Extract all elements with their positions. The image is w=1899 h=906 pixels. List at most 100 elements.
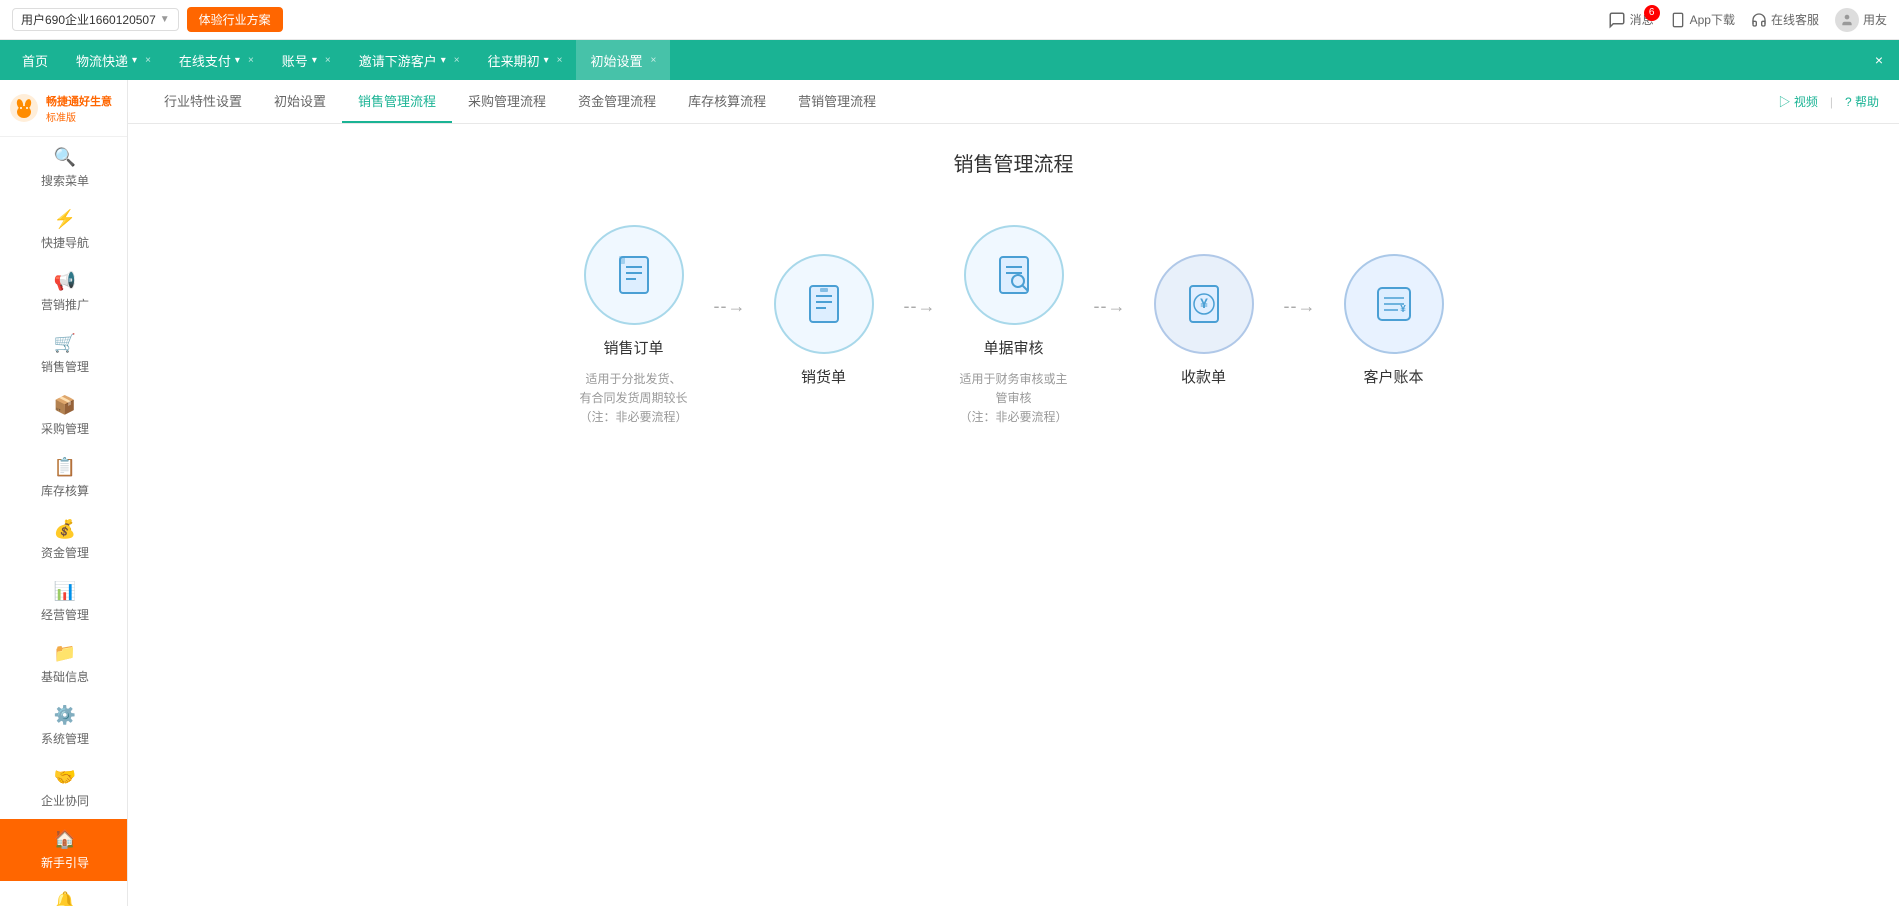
- nav-tab-invite-close[interactable]: ×: [454, 55, 460, 66]
- nav-tab-logistics[interactable]: 物流快递 ▾ ×: [62, 40, 165, 80]
- trial-button[interactable]: 体验行业方案: [187, 7, 283, 32]
- sub-tab-inventory-flow[interactable]: 库存核算流程: [672, 80, 782, 123]
- nav-tab-account[interactable]: 账号 ▾ ×: [268, 40, 345, 80]
- sidebar-item-guide-label: 新手引导: [41, 854, 89, 871]
- message-badge: 6: [1644, 5, 1660, 21]
- receipt-icon: ¥: [1180, 280, 1228, 328]
- sidebar-item-collab[interactable]: 🤝 企业协同: [0, 757, 127, 819]
- page-content: 销售管理流程 销售订单 适用于分批发货、有合同: [128, 124, 1899, 906]
- sidebar-item-quicknav-label: 快捷导航: [41, 234, 89, 251]
- sidebar-item-sales-label: 销售管理: [41, 358, 89, 375]
- nav-tabs-close-all[interactable]: ×: [1867, 40, 1891, 80]
- sidebar-item-quicknav[interactable]: ⚡ 快捷导航: [0, 199, 127, 261]
- sub-tabs-right: ▷ 视频 | ? 帮助: [1778, 93, 1879, 110]
- online-service-item[interactable]: 在线客服: [1751, 11, 1819, 28]
- brand-logo-icon: [8, 92, 40, 124]
- nav-tab-account-close[interactable]: ×: [325, 55, 331, 66]
- sidebar-item-operations-label: 经营管理: [41, 606, 89, 623]
- sub-tab-init[interactable]: 初始设置: [258, 80, 342, 123]
- nav-tab-home[interactable]: 首页: [8, 40, 62, 80]
- nav-tab-invite[interactable]: 邀请下游客户 ▾ ×: [345, 40, 474, 80]
- sub-tab-purchase-flow[interactable]: 采购管理流程: [452, 80, 562, 123]
- user-selector-text: 用户690企业1660120507: [21, 11, 156, 28]
- nav-tab-period-close[interactable]: ×: [557, 55, 563, 66]
- app-download-icon: [1670, 12, 1686, 28]
- top-bar: 用户690企业1660120507 ▼ 体验行业方案 消息 6 App下载 在线…: [0, 0, 1899, 40]
- help-label: 帮助: [1855, 95, 1879, 109]
- sidebar-item-system-label: 系统管理: [41, 730, 89, 747]
- sidebar-item-operations[interactable]: 📊 经营管理: [0, 571, 127, 633]
- sub-tab-purchase-flow-label: 采购管理流程: [468, 91, 546, 110]
- flow-label-sales-invoice: 销货单: [801, 366, 846, 387]
- flow-circle-doc-review[interactable]: [964, 225, 1064, 325]
- online-service-label: 在线客服: [1771, 11, 1819, 28]
- brand-text: 畅捷通好生意 标准版: [46, 93, 112, 124]
- sidebar-item-basic[interactable]: 📁 基础信息: [0, 633, 127, 695]
- flow-label-customer-account: 客户账本: [1363, 366, 1423, 387]
- sub-tab-finance-flow[interactable]: 资金管理流程: [562, 80, 672, 123]
- user-avatar-item[interactable]: 用友: [1835, 8, 1887, 32]
- nav-tab-init[interactable]: 初始设置 ×: [576, 40, 670, 80]
- nav-tab-account-label: 账号: [282, 51, 308, 70]
- sidebar-item-appstore[interactable]: 🔔 应用中心: [0, 881, 127, 906]
- nav-tab-invite-arrow: ▾: [441, 55, 446, 66]
- nav-tab-payment-close[interactable]: ×: [248, 55, 254, 66]
- nav-tab-payment[interactable]: 在线支付 ▾ ×: [165, 40, 268, 80]
- flow-circle-customer-account[interactable]: ¥: [1344, 254, 1444, 354]
- search-icon: 🔍: [54, 147, 76, 168]
- sub-tab-inventory-flow-label: 库存核算流程: [688, 91, 766, 110]
- nav-tab-logistics-label: 物流快递: [76, 51, 128, 70]
- sub-tab-industry-label: 行业特性设置: [164, 91, 242, 110]
- sub-tab-industry[interactable]: 行业特性设置: [148, 80, 258, 123]
- flow-step-doc-review: 单据审核 适用于财务审核或主管审核（注：非必要流程）: [924, 225, 1104, 428]
- help-link[interactable]: ? 帮助: [1845, 93, 1879, 110]
- sidebar-item-marketing-label: 营销推广: [41, 296, 89, 313]
- sales-invoice-icon: [800, 280, 848, 328]
- app-download-item[interactable]: App下载: [1670, 11, 1735, 28]
- nav-tab-init-close[interactable]: ×: [650, 55, 656, 66]
- video-label: 视频: [1794, 95, 1818, 109]
- flow-circle-sales-order[interactable]: [584, 225, 684, 325]
- nav-tab-home-label: 首页: [22, 51, 48, 70]
- sidebar-item-inventory-label: 库存核算: [41, 482, 89, 499]
- sidebar-item-system[interactable]: ⚙️ 系统管理: [0, 695, 127, 757]
- brand-line1: 畅捷通好生意: [46, 93, 112, 109]
- nav-tabs-bar: 首页 物流快递 ▾ × 在线支付 ▾ × 账号 ▾ × 邀请下游客户 ▾ × 往…: [0, 40, 1899, 80]
- finance-icon: 💰: [54, 519, 76, 540]
- sub-tab-marketing-flow-label: 营销管理流程: [798, 91, 876, 110]
- flow-desc-doc-review: 适用于财务审核或主管审核（注：非必要流程）: [959, 370, 1067, 428]
- sidebar-item-inventory[interactable]: 📋 库存核算: [0, 447, 127, 509]
- help-icon: ?: [1845, 95, 1852, 109]
- sales-order-icon: [610, 251, 658, 299]
- flow-circle-receipt[interactable]: ¥: [1154, 254, 1254, 354]
- sidebar-item-purchase[interactable]: 📦 采购管理: [0, 385, 127, 447]
- marketing-icon: 📢: [54, 271, 76, 292]
- sub-tab-marketing-flow[interactable]: 营销管理流程: [782, 80, 892, 123]
- video-link[interactable]: ▷ 视频: [1778, 93, 1817, 110]
- nav-tab-logistics-close[interactable]: ×: [145, 55, 151, 66]
- user-selector-arrow: ▼: [160, 14, 170, 25]
- sidebar-item-guide[interactable]: 🏠 新手引导: [0, 819, 127, 881]
- user-label: 用友: [1863, 11, 1887, 28]
- sub-tabs-left: 行业特性设置 初始设置 销售管理流程 采购管理流程 资金管理流程 库存核算流程: [148, 80, 892, 123]
- brand-line2: 标准版: [46, 109, 112, 124]
- app-download-label: App下载: [1690, 11, 1735, 28]
- message-icon-item[interactable]: 消息 6: [1608, 11, 1654, 29]
- sub-tab-sales-flow[interactable]: 销售管理流程: [342, 80, 452, 123]
- user-selector[interactable]: 用户690企业1660120507 ▼: [12, 8, 179, 31]
- sub-tabs-bar: 行业特性设置 初始设置 销售管理流程 采购管理流程 资金管理流程 库存核算流程: [128, 80, 1899, 124]
- sidebar-item-marketing[interactable]: 📢 营销推广: [0, 261, 127, 323]
- sidebar-item-sales[interactable]: 🛒 销售管理: [0, 323, 127, 385]
- message-icon: [1608, 11, 1626, 29]
- sidebar-item-purchase-label: 采购管理: [41, 420, 89, 437]
- nav-tab-period[interactable]: 往来期初 ▾ ×: [474, 40, 577, 80]
- sidebar-item-finance[interactable]: 💰 资金管理: [0, 509, 127, 571]
- sidebar-item-search[interactable]: 🔍 搜索菜单: [0, 137, 127, 199]
- flow-desc-sales-order: 适用于分批发货、有合同发货周期较长（注：非必要流程）: [579, 370, 687, 428]
- collab-icon: 🤝: [54, 767, 76, 788]
- flow-step-sales-order: 销售订单 适用于分批发货、有合同发货周期较长（注：非必要流程）: [544, 225, 724, 428]
- flow-label-sales-order: 销售订单: [603, 337, 663, 358]
- flow-circle-sales-invoice[interactable]: [774, 254, 874, 354]
- sub-tab-sales-flow-label: 销售管理流程: [358, 91, 436, 110]
- page-title: 销售管理流程: [168, 148, 1859, 177]
